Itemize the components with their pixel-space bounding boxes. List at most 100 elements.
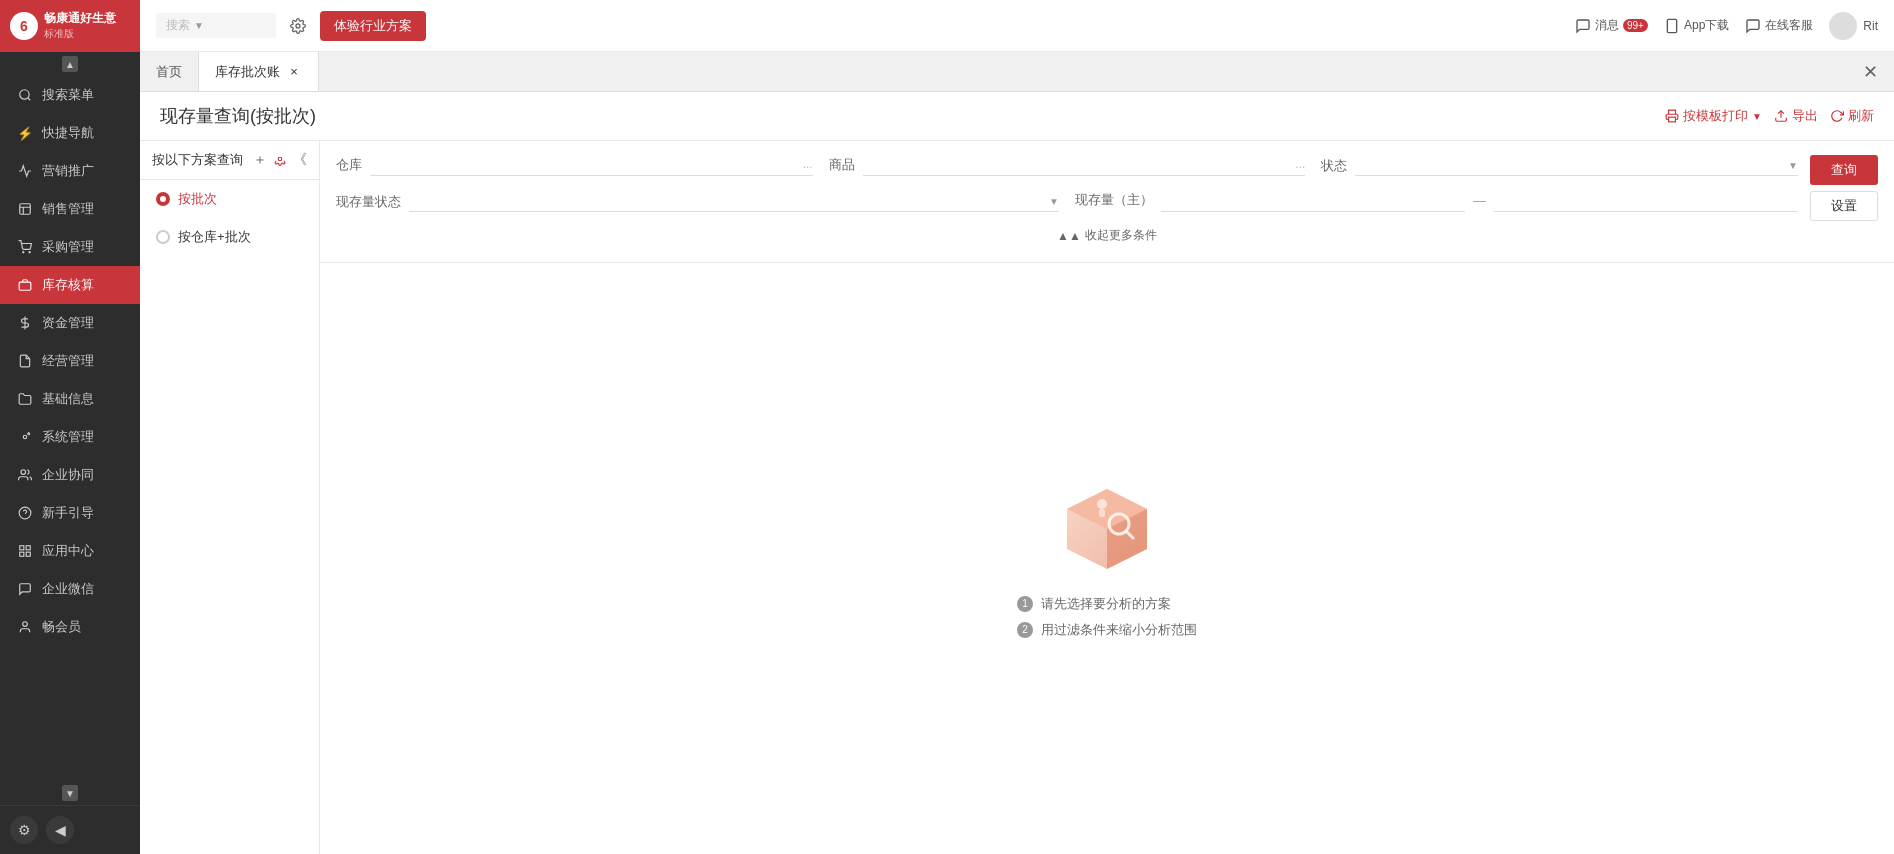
collapse-label: 收起更多条件 [1085,227,1157,244]
sidebar: 6 畅康通好生意 标准版 ▲ 搜索菜单 ⚡ 快捷导航 营销推广 [0,0,140,854]
sidebar-search-label: 搜索菜单 [42,86,94,104]
topbar-search-area[interactable]: 搜索 ▼ [156,13,276,38]
tab-inventory-batch-label: 库存批次账 [215,63,280,81]
sidebar-item-purchase[interactable]: 采购管理 [0,228,140,266]
tip-2-text: 用过滤条件来缩小分析范围 [1041,621,1197,639]
message-btn[interactable]: 消息 99+ [1575,17,1648,34]
collapse-panel-btn[interactable]: 《 [293,151,307,169]
stock-qty-field-group: 现存量（主） — [1075,188,1798,212]
member-icon [16,618,34,636]
export-btn[interactable]: 导出 [1774,107,1818,125]
svg-point-14 [23,622,28,627]
stock-qty-max-input[interactable] [1494,188,1798,212]
topbar-left: 搜索 ▼ 体验行业方案 [156,11,1567,41]
sidebar-scroll-down[interactable]: ▼ [62,785,78,801]
sidebar-item-wechat[interactable]: 企业微信 [0,570,140,608]
scheme-by-warehouse-batch-label: 按仓库+批次 [178,228,251,246]
tabbar-close-btn[interactable]: ✕ [1858,60,1882,84]
content-area: 按以下方案查询 ＋ 《 按批次 [140,141,1894,854]
collapse-filters-btn[interactable]: ▲▲ 收起更多条件 [336,221,1878,250]
sidebar-header: 6 畅康通好生意 标准版 [0,0,140,52]
sidebar-item-enterprise[interactable]: 企业协同 [0,456,140,494]
sidebar-purchase-label: 采购管理 [42,238,94,256]
radio-by-warehouse-batch [156,230,170,244]
topbar-gear-btn[interactable] [284,12,312,40]
stock-qty-min-field[interactable] [1161,192,1465,207]
stock-qty-dash: — [1473,193,1486,208]
left-panel-header: 按以下方案查询 ＋ 《 [140,141,319,180]
collapse-sidebar-btn[interactable]: ◀ [46,816,74,844]
sidebar-scroll-up[interactable]: ▲ [62,56,78,72]
edition-label: 标准版 [44,27,130,41]
svg-point-2 [23,252,24,253]
goods-field-group: 商品 ... [829,153,1306,176]
goods-dots-btn[interactable]: ... [1295,157,1305,171]
message-badge: 99+ [1623,19,1648,32]
scheme-item-by-warehouse-batch[interactable]: 按仓库+批次 [140,218,319,256]
sidebar-finance-label: 资金管理 [42,314,94,332]
guide-icon [16,504,34,522]
tab-inventory-batch[interactable]: 库存批次账 × [199,52,319,91]
sidebar-enterprise-label: 企业协同 [42,466,94,484]
svg-rect-27 [1099,509,1105,517]
status-select[interactable]: ▼ [1355,156,1798,176]
sidebar-item-sales[interactable]: 销售管理 [0,190,140,228]
stock-status-select[interactable]: ▼ [409,192,1059,212]
sidebar-item-basic[interactable]: 基础信息 [0,380,140,418]
sidebar-item-shortcut[interactable]: ⚡ 快捷导航 [0,114,140,152]
sidebar-guide-label: 新手引导 [42,504,94,522]
scheme-item-by-batch[interactable]: 按批次 [140,180,319,218]
user-avatar [1829,12,1857,40]
print-dropdown-icon[interactable]: ▼ [1752,111,1762,122]
sidebar-item-inventory[interactable]: 库存核算 [0,266,140,304]
sidebar-item-system[interactable]: 系统管理 [0,418,140,456]
sidebar-item-search[interactable]: 搜索菜单 [0,76,140,114]
svg-rect-12 [26,552,30,556]
settings-btn[interactable]: 设置 [1810,191,1878,221]
topbar: 搜索 ▼ 体验行业方案 消息 99+ App下载 在线客服 [140,0,1894,52]
stock-qty-min-input[interactable] [1161,188,1465,212]
apps-icon [16,542,34,560]
warehouse-input-wrap[interactable]: ... [370,153,813,176]
tab-home[interactable]: 首页 [140,52,199,91]
refresh-btn[interactable]: 刷新 [1830,107,1874,125]
main-area: 搜索 ▼ 体验行业方案 消息 99+ App下载 在线客服 [140,0,1894,854]
online-service-btn[interactable]: 在线客服 [1745,17,1813,34]
sidebar-item-apps[interactable]: 应用中心 [0,532,140,570]
scheme-settings-btn[interactable] [273,152,287,169]
status-field-group: 状态 ▼ [1321,156,1798,176]
svg-rect-1 [20,204,31,215]
stock-qty-max-field[interactable] [1494,192,1798,207]
username-label: Rit [1863,19,1878,33]
sidebar-item-marketing[interactable]: 营销推广 [0,152,140,190]
industry-btn[interactable]: 体验行业方案 [320,11,426,41]
tab-close-btn[interactable]: × [286,64,302,80]
basic-icon [16,390,34,408]
empty-state: 1 请先选择要分析的方案 2 用过滤条件来缩小分析范围 [320,263,1894,854]
sidebar-item-finance[interactable]: 资金管理 [0,304,140,342]
company-name: 畅康通好生意 [44,11,130,27]
page-title: 现存量查询(按批次) [160,104,316,128]
tabbar-right: ✕ [1858,60,1894,84]
sidebar-item-member[interactable]: 畅会员 [0,608,140,646]
sidebar-item-operation[interactable]: 经营管理 [0,342,140,380]
sidebar-item-guide[interactable]: 新手引导 [0,494,140,532]
print-btn[interactable]: 按模板打印 ▼ [1665,107,1762,125]
search-icon [16,86,34,104]
warehouse-dots-btn[interactable]: ... [803,157,813,171]
add-scheme-btn[interactable]: ＋ [253,151,267,169]
settings-bottom-btn[interactable]: ⚙ [10,816,38,844]
page-area: 现存量查询(按批次) 按模板打印 ▼ 导出 刷新 [140,92,1894,854]
app-download-btn[interactable]: App下载 [1664,17,1729,34]
left-panel-title: 按以下方案查询 [152,151,243,169]
sidebar-sales-label: 销售管理 [42,200,94,218]
sidebar-apps-label: 应用中心 [42,542,94,560]
query-btn[interactable]: 查询 [1810,155,1878,185]
inventory-icon [16,276,34,294]
svg-point-7 [21,470,26,475]
sidebar-bottom: ⚙ ◀ [0,805,140,854]
svg-point-6 [23,435,27,439]
topbar-right: 消息 99+ App下载 在线客服 Rit [1575,12,1878,40]
goods-input-wrap[interactable]: ... [863,153,1306,176]
user-area[interactable]: Rit [1829,12,1878,40]
